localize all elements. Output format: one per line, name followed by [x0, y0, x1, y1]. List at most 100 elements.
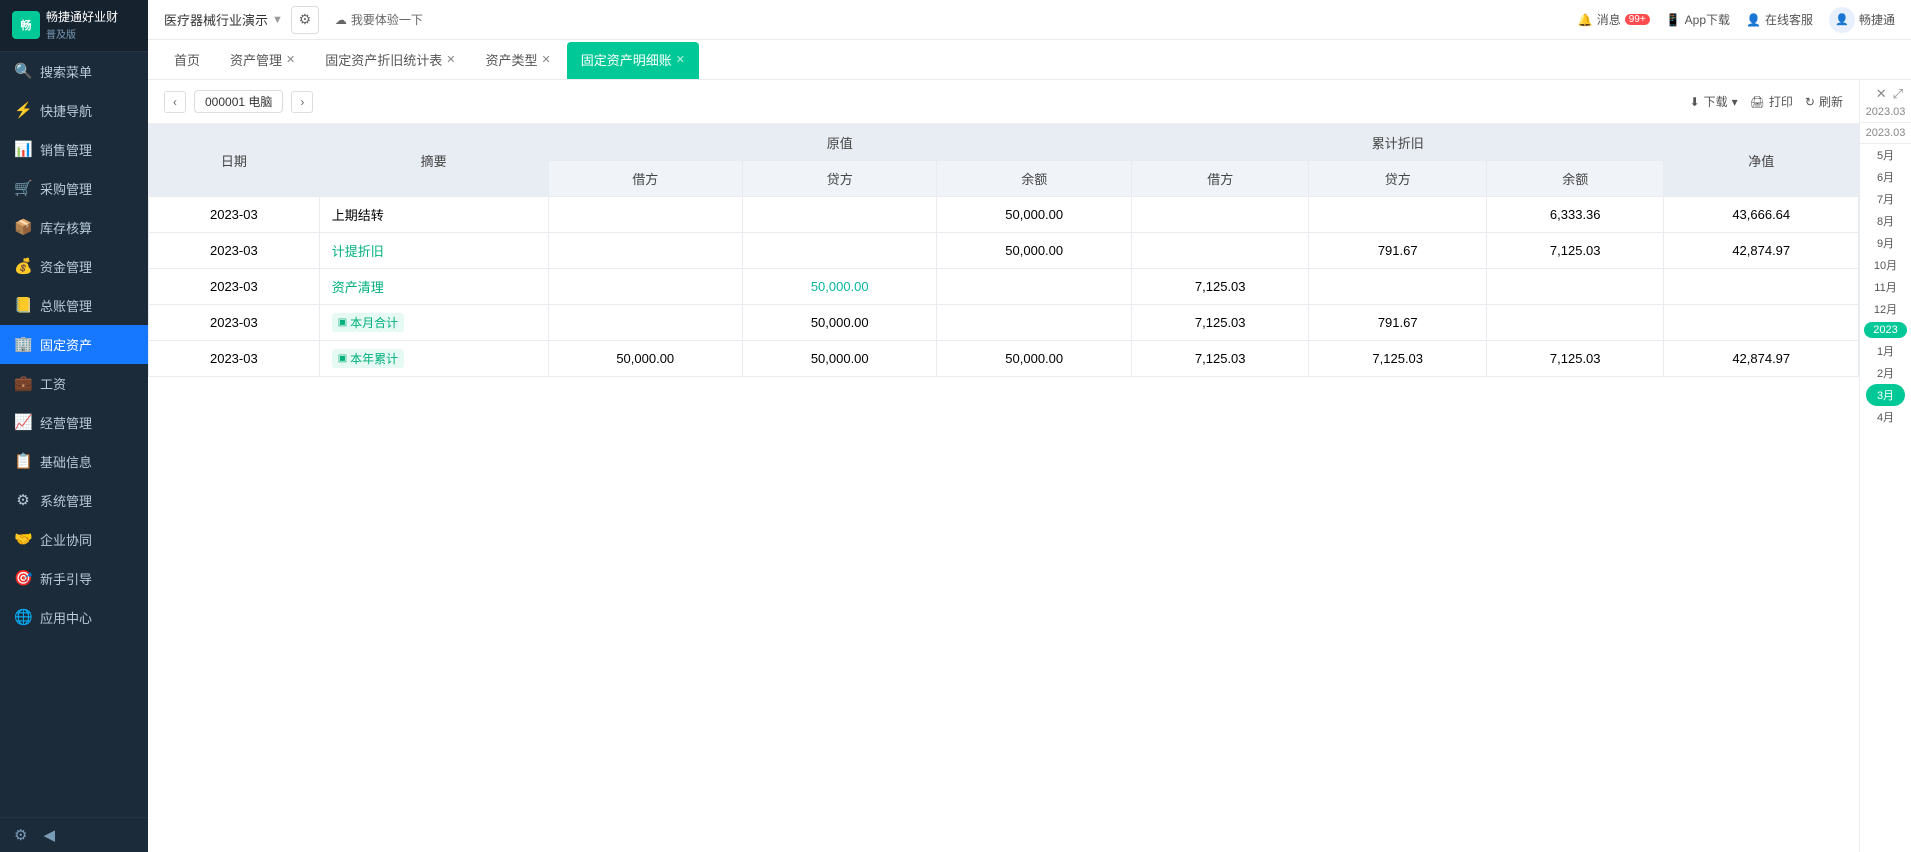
- notifications-button[interactable]: 🔔 消息 99+: [1578, 11, 1650, 28]
- online-service-button[interactable]: 👤 在线客服: [1746, 11, 1813, 28]
- cell-date: 2023-03: [149, 269, 320, 305]
- sidebar-item-purchase[interactable]: 🛒 采购管理: [0, 169, 148, 208]
- timeline-month-3-active[interactable]: 3月: [1866, 384, 1905, 406]
- table-row: 2023-03 ▣ 本月合计 50,000.00 7,125.03: [149, 305, 1859, 341]
- cell-orig-debit: [548, 233, 742, 269]
- sidebar-item-operations[interactable]: 📈 经营管理: [0, 403, 148, 442]
- avatar: 👤: [1829, 7, 1855, 33]
- tab-close-asset-mgmt[interactable]: ✕: [286, 53, 295, 66]
- expand-panel-button[interactable]: ⤢: [1893, 86, 1903, 102]
- table-row: 2023-03 资产清理 50,000.00 7,125.03: [149, 269, 1859, 305]
- col-orig-balance: 余额: [937, 161, 1131, 197]
- cell-acc-balance: 7,125.03: [1486, 233, 1664, 269]
- timeline-month-1[interactable]: 1月: [1860, 340, 1911, 362]
- table-row: 2023-03 计提折旧 50,000.00 791.67 7,125.03 4…: [149, 233, 1859, 269]
- cell-acc-credit: [1309, 269, 1487, 305]
- tab-asset-mgmt[interactable]: 资产管理 ✕: [216, 42, 309, 79]
- cell-acc-debit: 7,125.03: [1131, 341, 1309, 377]
- experience-button[interactable]: ☁ 我要体验一下: [335, 11, 423, 28]
- tab-fixed-ledger[interactable]: 固定资产明细账 ✕: [567, 42, 699, 79]
- sidebar-item-enterprise[interactable]: 🤝 企业协同: [0, 520, 148, 559]
- next-asset-button[interactable]: ›: [291, 91, 313, 113]
- settings-button[interactable]: ⚙: [291, 6, 319, 34]
- sidebar-item-guide[interactable]: 🎯 新手引导: [0, 559, 148, 598]
- timeline-month-4[interactable]: 4月: [1860, 406, 1911, 428]
- user-menu[interactable]: 👤 畅捷通: [1829, 7, 1895, 33]
- main-area: 医疗器械行业演示 ▼ ⚙ ☁ 我要体验一下 🔔 消息 99+ 📱 App下载 👤…: [148, 0, 1911, 852]
- timeline-month-9[interactable]: 9月: [1860, 232, 1911, 254]
- sidebar-item-basic-info[interactable]: 📋 基础信息: [0, 442, 148, 481]
- asset-nav-actions: ⬇ 下载 ▾ 🖨 打印 ↻ 刷新: [1690, 93, 1843, 110]
- timeline-month-6[interactable]: 6月: [1860, 166, 1911, 188]
- download-icon: ⬇: [1690, 95, 1700, 109]
- print-button[interactable]: 🖨 打印: [1750, 93, 1793, 110]
- sidebar-item-quick-nav[interactable]: ⚡ 快捷导航: [0, 91, 148, 130]
- capital-icon: 💰: [14, 257, 32, 275]
- cell-orig-balance: 50,000.00: [937, 341, 1131, 377]
- sidebar-item-salary[interactable]: 💼 工资: [0, 364, 148, 403]
- service-icon: 👤: [1746, 13, 1761, 27]
- download-button[interactable]: ⬇ 下载 ▾: [1690, 93, 1738, 110]
- sidebar-item-sales[interactable]: 📊 销售管理: [0, 130, 148, 169]
- prev-asset-button[interactable]: ‹: [164, 91, 186, 113]
- timeline-year-2023[interactable]: 2023: [1864, 322, 1907, 338]
- collapse-icon[interactable]: ◀: [43, 826, 55, 844]
- timeline-month-10[interactable]: 10月: [1860, 254, 1911, 276]
- sidebar-bottom: ⚙ ◀: [0, 817, 148, 852]
- app-download-button[interactable]: 📱 App下载: [1666, 11, 1730, 28]
- table-row: 2023-03 上期结转 50,000.00 6,333.36 43,666.6…: [149, 197, 1859, 233]
- month-total-badge: ▣ 本月合计: [332, 313, 404, 332]
- sidebar-item-search[interactable]: 🔍 搜索菜单: [0, 52, 148, 91]
- tab-depreciation-stats[interactable]: 固定资产折旧统计表 ✕: [311, 42, 469, 79]
- cell-acc-debit: 7,125.03: [1131, 305, 1309, 341]
- sidebar-item-ledger[interactable]: 📒 总账管理: [0, 286, 148, 325]
- download-chevron-icon: ▾: [1732, 95, 1738, 109]
- cell-date: 2023-03: [149, 233, 320, 269]
- sidebar-item-app-center[interactable]: 🌐 应用中心: [0, 598, 148, 637]
- timeline-month-5[interactable]: 5月: [1860, 144, 1911, 166]
- topbar: 医疗器械行业演示 ▼ ⚙ ☁ 我要体验一下 🔔 消息 99+ 📱 App下载 👤…: [148, 0, 1911, 40]
- logo-title: 畅捷通好业财: [46, 10, 118, 26]
- notification-badge: 99+: [1625, 14, 1650, 25]
- operations-icon: 📈: [14, 413, 32, 431]
- timeline-month-12[interactable]: 12月: [1860, 298, 1911, 320]
- refresh-button[interactable]: ↻ 刷新: [1805, 93, 1843, 110]
- tab-home[interactable]: 首页: [160, 42, 214, 79]
- system-icon: ⚙: [14, 491, 32, 509]
- col-orig-credit: 贷方: [743, 161, 937, 197]
- cell-orig-balance: 50,000.00: [937, 197, 1131, 233]
- tab-close-asset-type[interactable]: ✕: [542, 53, 551, 66]
- enterprise-icon: 🤝: [14, 530, 32, 548]
- company-selector[interactable]: 医疗器械行业演示 ▼: [164, 10, 283, 29]
- cell-acc-balance: [1486, 305, 1664, 341]
- timeline-month-7[interactable]: 7月: [1860, 188, 1911, 210]
- cell-summary: 计提折旧: [319, 233, 548, 269]
- cell-date: 2023-03: [149, 305, 320, 341]
- cell-acc-balance: [1486, 269, 1664, 305]
- tab-close-fixed-ledger[interactable]: ✕: [676, 53, 685, 66]
- tab-close-depreciation-stats[interactable]: ✕: [446, 53, 455, 66]
- right-timeline-panel: ✕ ⤢ 2023.03 2023.03 5月 6月 7月 8月 9月 10月 1…: [1859, 80, 1911, 852]
- year-header-1: 2023.03: [1866, 106, 1906, 118]
- company-name: 医疗器械行业演示: [164, 10, 268, 29]
- cell-acc-credit: 791.67: [1309, 305, 1487, 341]
- sales-icon: 📊: [14, 140, 32, 158]
- col-acc-balance: 余额: [1486, 161, 1664, 197]
- year-total-badge: ▣ 本年累计: [332, 349, 404, 368]
- tab-asset-type[interactable]: 资产类型 ✕: [471, 42, 564, 79]
- timeline-month-2[interactable]: 2月: [1860, 362, 1911, 384]
- sidebar-item-fixed-assets[interactable]: 🏢 固定资产: [0, 325, 148, 364]
- cell-orig-credit: 50,000.00: [743, 269, 937, 305]
- cell-acc-balance: 6,333.36: [1486, 197, 1664, 233]
- timeline-month-11[interactable]: 11月: [1860, 276, 1911, 298]
- cell-summary: ▣ 本月合计: [319, 305, 548, 341]
- sidebar-item-capital[interactable]: 💰 资金管理: [0, 247, 148, 286]
- sidebar-item-system[interactable]: ⚙ 系统管理: [0, 481, 148, 520]
- bell-icon: 🔔: [1578, 13, 1593, 27]
- timeline-month-8[interactable]: 8月: [1860, 210, 1911, 232]
- close-panel-button[interactable]: ✕: [1876, 86, 1887, 102]
- settings-bottom-icon[interactable]: ⚙: [14, 826, 27, 844]
- guide-icon: 🎯: [14, 569, 32, 587]
- sidebar-item-inventory[interactable]: 📦 库存核算: [0, 208, 148, 247]
- cell-orig-credit: [743, 197, 937, 233]
